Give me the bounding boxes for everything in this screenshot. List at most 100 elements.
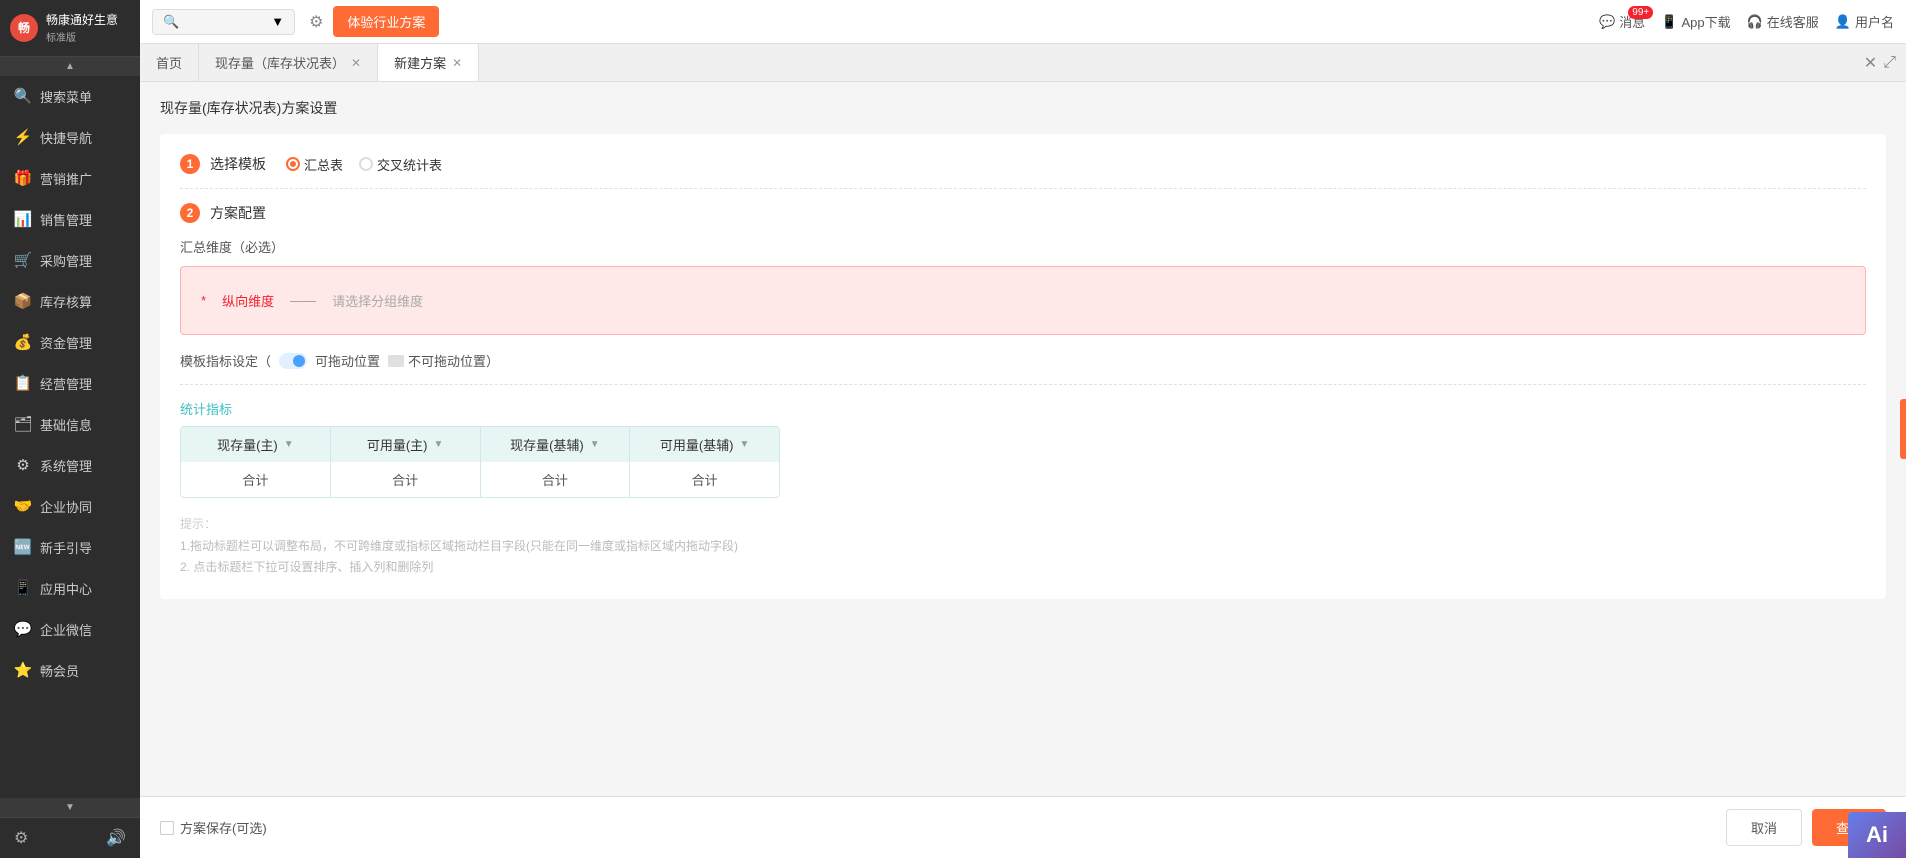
sidebar-item-label: 基础信息 [40, 415, 92, 434]
sidebar-item-label: 畅会员 [40, 661, 79, 680]
dimension-placeholder: 请选择分组维度 [332, 291, 423, 310]
save-checkbox[interactable] [160, 821, 174, 835]
tabbar-actions: ✕ ⤢ [1864, 53, 1906, 73]
sidebar-item-quick-nav[interactable]: ⚡ 快捷导航 [0, 117, 140, 158]
main-area: 🔍 ▼ ⚙ 体验行业方案 💬 消息 99+ 📱 App下载 🎧 在线客服 👤 用… [140, 0, 1906, 858]
sidebar-item-label: 应用中心 [40, 579, 92, 598]
tab-new-plan[interactable]: 新建方案 ✕ [378, 44, 479, 81]
message-count-badge: 99+ [1628, 6, 1653, 19]
tab-close-button[interactable]: ✕ [1864, 53, 1877, 73]
right-scroll-indicator [1900, 399, 1906, 459]
headset-icon: 🎧 [1747, 14, 1763, 30]
step2-label: 方案配置 [210, 203, 266, 223]
tab-home[interactable]: 首页 [140, 44, 199, 81]
tab-expand-button[interactable]: ⤢ [1883, 54, 1896, 72]
sidebar-item-membership[interactable]: ⭐ 畅会员 [0, 650, 140, 691]
user-avatar: 👤 [1835, 14, 1851, 30]
content-area: 现存量(库存状况表)方案设置 1 选择模板 汇总表 交叉统计表 [140, 82, 1906, 796]
summary-dimension-label: 汇总维度（必选） [180, 237, 1866, 256]
dimension-dash: —— [290, 293, 316, 308]
tab-inventory-status-close[interactable]: ✕ [351, 56, 361, 70]
sidebar-item-basic-info[interactable]: 🗂 基础信息 [0, 404, 140, 445]
dimension-required-mark: * [201, 293, 206, 308]
step1-row: 1 选择模板 汇总表 交叉统计表 [180, 154, 1866, 174]
indicator-settings-row: 模板指标设定（ 可拖动位置 不可拖动位置） [180, 351, 1866, 370]
sidebar-item-enterprise[interactable]: 🤝 企业协同 [0, 486, 140, 527]
page-title: 现存量(库存状况表)方案设置 [160, 98, 1886, 118]
sidebar-item-label: 营销推广 [40, 169, 92, 188]
sidebar-item-purchase[interactable]: 🛒 采购管理 [0, 240, 140, 281]
cannot-drag-label: 不可拖动位置） [408, 351, 499, 370]
stats-col-1-chevron[interactable]: ▼ [434, 439, 444, 450]
dimension-label: 纵向维度 [222, 291, 274, 310]
radio-cross-circle [359, 157, 373, 171]
sidebar-scroll-down[interactable]: ▼ [0, 798, 140, 817]
sidebar-item-label: 库存核算 [40, 292, 92, 311]
radio-summary[interactable]: 汇总表 [286, 155, 343, 174]
sidebar-item-new-guide[interactable]: 🆕 新手引导 [0, 527, 140, 568]
sidebar-item-system[interactable]: ⚙ 系统管理 [0, 445, 140, 486]
step2-row: 2 方案配置 [180, 203, 1866, 223]
membership-icon: ⭐ [14, 661, 32, 679]
save-option-label: 方案保存(可选) [180, 818, 267, 837]
sidebar-item-label: 新手引导 [40, 538, 92, 557]
stats-cell-2: 合计 [481, 462, 631, 497]
step1-label: 选择模板 [210, 154, 266, 174]
sidebar-item-label: 采购管理 [40, 251, 92, 270]
topbar-search-box[interactable]: 🔍 ▼ [152, 9, 295, 35]
sidebar-item-inventory[interactable]: 📦 库存核算 [0, 281, 140, 322]
sidebar-item-app-center[interactable]: 📱 应用中心 [0, 568, 140, 609]
tips-title: 提示： [180, 517, 216, 531]
app-logo-icon: 畅 [10, 14, 38, 42]
online-service-button[interactable]: 🎧 在线客服 [1747, 12, 1819, 31]
topbar: 🔍 ▼ ⚙ 体验行业方案 💬 消息 99+ 📱 App下载 🎧 在线客服 👤 用… [140, 0, 1906, 44]
step1-number: 1 [180, 154, 200, 174]
tab-inventory-status[interactable]: 现存量（库存状况表） ✕ [199, 44, 378, 81]
stats-table-body: 合计 合计 合计 合计 [181, 462, 779, 497]
user-profile-button[interactable]: 👤 用户名 [1835, 12, 1894, 31]
message-button[interactable]: 💬 消息 99+ [1599, 12, 1645, 31]
radio-cross[interactable]: 交叉统计表 [359, 155, 442, 174]
app-download-button[interactable]: 📱 App下载 [1661, 12, 1730, 31]
search-dropdown-icon[interactable]: ▼ [271, 14, 284, 29]
sidebar-item-label: 经营管理 [40, 374, 92, 393]
cannot-drag-group: 不可拖动位置） [388, 351, 499, 370]
stats-cell-3: 合计 [630, 462, 779, 497]
tab-new-plan-close[interactable]: ✕ [452, 56, 462, 70]
template-radio-group: 汇总表 交叉统计表 [286, 155, 442, 174]
cancel-button[interactable]: 取消 [1726, 809, 1802, 846]
stats-table-header: 现存量(主) ▼ 可用量(主) ▼ 现存量(基辅) ▼ 可用量(基辅) ▼ [181, 427, 779, 462]
wechat-icon: 💬 [14, 620, 32, 638]
stats-col-2-chevron[interactable]: ▼ [590, 439, 600, 450]
sidebar-item-marketing[interactable]: 🎁 营销推广 [0, 158, 140, 199]
stats-col-2: 现存量(基辅) ▼ [481, 427, 631, 462]
app-version: 标准版 [46, 29, 118, 44]
sidebar-item-search-menu[interactable]: 🔍 搜索菜单 [0, 76, 140, 117]
topbar-gear-icon[interactable]: ⚙ [309, 12, 323, 32]
sidebar-logo: 畅 畅康通好生意 标准版 [0, 0, 140, 57]
marketing-icon: 🎁 [14, 169, 32, 187]
sidebar-scroll-up[interactable]: ▲ [0, 57, 140, 76]
stats-cell-1: 合计 [331, 462, 481, 497]
topbar-right: 💬 消息 99+ 📱 App下载 🎧 在线客服 👤 用户名 [1599, 12, 1894, 31]
save-option: 方案保存(可选) [160, 818, 267, 837]
new-guide-icon: 🆕 [14, 538, 32, 556]
sidebar-footer: ⚙ 🔊 [0, 817, 140, 858]
quick-nav-icon: ⚡ [14, 128, 32, 146]
sidebar-item-sales[interactable]: 📊 销售管理 [0, 199, 140, 240]
stats-col-0-chevron[interactable]: ▼ [284, 439, 294, 450]
search-input[interactable] [185, 15, 265, 29]
stats-col-3-chevron[interactable]: ▼ [740, 439, 750, 450]
sidebar-item-label: 企业微信 [40, 620, 92, 639]
ai-badge[interactable]: Ai [1848, 812, 1906, 858]
sidebar-item-label: 企业协同 [40, 497, 92, 516]
sidebar-item-wechat[interactable]: 💬 企业微信 [0, 609, 140, 650]
basic-info-icon: 🗂 [14, 415, 32, 433]
step2-number: 2 [180, 203, 200, 223]
sidebar-item-finance[interactable]: 💰 资金管理 [0, 322, 140, 363]
sound-icon[interactable]: 🔊 [106, 828, 126, 848]
stats-col-0: 现存量(主) ▼ [181, 427, 331, 462]
settings-icon[interactable]: ⚙ [14, 828, 28, 848]
sidebar-item-operations[interactable]: 📋 经营管理 [0, 363, 140, 404]
trial-industry-button[interactable]: 体验行业方案 [333, 6, 439, 37]
